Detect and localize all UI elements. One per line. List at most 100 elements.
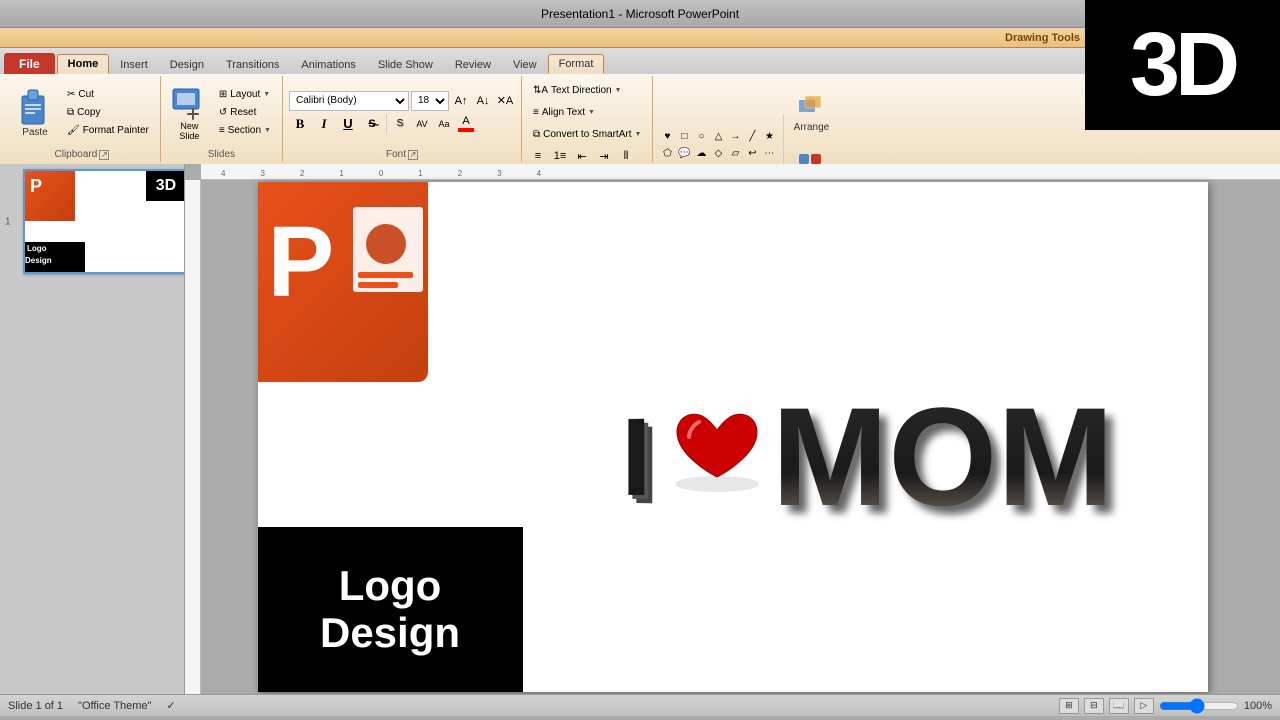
reset-button[interactable]: ↺ Reset (214, 104, 276, 121)
tab-insert[interactable]: Insert (109, 55, 159, 74)
callout-shape-btn[interactable]: 💬 (676, 146, 692, 162)
cut-button[interactable]: ✂ Cut (62, 86, 154, 103)
paragraph-group: ⇅A Text Direction ▼ ≡ Align Text ▼ ⧉ (522, 76, 653, 162)
char-spacing-button[interactable]: AV (412, 114, 432, 134)
slide-thumbnail[interactable]: P LogoDesign 3D (23, 169, 185, 274)
font-color-button[interactable]: A (456, 114, 476, 134)
paste-button[interactable]: Paste (10, 83, 60, 143)
status-bar: Slide 1 of 1 "Office Theme" ✓ ⊞ ⊟ 📖 ▷ 10… (0, 694, 1280, 716)
layout-icon: ⊞ (219, 89, 227, 100)
bullets-button[interactable]: ≡ (528, 146, 548, 166)
change-case-button[interactable]: Aa (434, 114, 454, 134)
font-expand-button[interactable]: ↗ (408, 150, 418, 160)
mom-text: MOM (772, 376, 1114, 538)
clipboard-group-label: Clipboard ↗ (55, 147, 110, 160)
align-text-button[interactable]: ≡ Align Text ▼ (528, 102, 600, 122)
layout-dropdown-arrow: ▼ (263, 91, 270, 98)
convert-smartart-button[interactable]: ⧉ Convert to SmartArt ▼ (528, 124, 646, 144)
para-row-2: ≡ Align Text ▼ (528, 102, 646, 122)
star-shape-btn[interactable]: ★ (761, 129, 777, 145)
ppt-logo-overlay: P (258, 182, 468, 422)
decrease-indent-button[interactable]: ⇤ (572, 146, 592, 166)
copy-icon: ⧉ (67, 107, 74, 118)
heart-svg (667, 397, 767, 497)
circle-shape-btn[interactable]: ○ (693, 129, 709, 145)
corner-3d-text: 3D (1130, 14, 1235, 117)
triangle-shape-btn[interactable]: △ (710, 129, 726, 145)
zoom-slider[interactable] (1159, 698, 1239, 714)
font-family-select[interactable]: Calibri (Body) (289, 91, 409, 111)
section-dropdown-arrow: ▼ (264, 127, 271, 134)
section-button[interactable]: ≡ Section ▼ (214, 122, 276, 139)
text-dir-dropdown-arrow: ▼ (615, 87, 622, 94)
thumb-3d-box: 3D (146, 171, 185, 201)
arrange-button[interactable]: Arrange (788, 80, 834, 144)
tab-slideshow[interactable]: Slide Show (367, 55, 444, 74)
font-controls: Calibri (Body) 18 A↑ A↓ ✕A B I U S̶ S (289, 91, 515, 135)
thumb-logo-preview: P (25, 171, 75, 221)
title-text: Presentation1 - Microsoft PowerPoint (541, 7, 739, 21)
para-row-1: ⇅A Text Direction ▼ (528, 80, 646, 100)
slideshow-button[interactable]: ▷ (1134, 698, 1154, 714)
logo-design-overlay: Logo Design (258, 527, 523, 692)
strikethrough-button[interactable]: S̶ (361, 113, 383, 135)
diamond-shape-btn[interactable]: ◇ (710, 146, 726, 162)
increase-indent-button[interactable]: ⇥ (594, 146, 614, 166)
heart-shape-btn[interactable]: ♥ (659, 129, 675, 145)
pentagon-shape-btn[interactable]: ⬠ (659, 146, 675, 162)
underline-button[interactable]: U (337, 113, 359, 135)
curved-arrow-shape-btn[interactable]: ↩ (744, 146, 760, 162)
text-direction-button[interactable]: ⇅A Text Direction ▼ (528, 80, 627, 100)
cloud-shape-btn[interactable]: ☁ (693, 146, 709, 162)
tab-review[interactable]: Review (444, 55, 502, 74)
paste-label: Paste (22, 127, 48, 138)
font-group-content: Calibri (Body) 18 A↑ A↓ ✕A B I U S̶ S (287, 78, 517, 147)
font-group: Calibri (Body) 18 A↑ A↓ ✕A B I U S̶ S (283, 76, 522, 162)
italic-button[interactable]: I (313, 113, 335, 135)
arrow-shape-btn[interactable]: → (727, 129, 743, 145)
font-size-select[interactable]: 18 (411, 91, 449, 111)
clipboard-expand-button[interactable]: ↗ (99, 150, 109, 160)
parallelogram-shape-btn[interactable]: ▱ (727, 146, 743, 162)
rect-shape-btn[interactable]: □ (676, 129, 692, 145)
smartart-icon: ⧉ (533, 129, 540, 140)
tab-animations[interactable]: Animations (290, 55, 366, 74)
slide-canvas-wrapper: P I (258, 182, 1208, 692)
shadow-button[interactable]: S (390, 114, 410, 134)
font-row-1: Calibri (Body) 18 A↑ A↓ ✕A (289, 91, 515, 111)
3d-text-container: I MOM (528, 282, 1208, 632)
slide-canvas-area: 4 3 2 1 0 1 2 3 4 (185, 164, 1280, 694)
copy-button[interactable]: ⧉ Copy (62, 104, 154, 121)
clipboard-group-content: Paste ✂ Cut ⧉ Copy 🖌 Format Painter (8, 78, 156, 147)
reading-view-button[interactable]: 📖 (1109, 698, 1129, 714)
normal-view-button[interactable]: ⊞ (1059, 698, 1079, 714)
slide-sorter-button[interactable]: ⊟ (1084, 698, 1104, 714)
para-row-bullets: ≡ 1≡ ⇤ ⇥ ⦀ (528, 146, 646, 166)
bold-button[interactable]: B (289, 113, 311, 135)
tab-file[interactable]: File (4, 53, 55, 74)
tab-format[interactable]: Format (548, 54, 605, 74)
slide-canvas[interactable]: P I (258, 182, 1208, 692)
font-color-container: A (456, 114, 476, 134)
tab-design[interactable]: Design (159, 55, 215, 74)
ppt-slide-icon (348, 202, 428, 302)
new-slide-button[interactable]: NewSlide (167, 85, 212, 141)
layout-button[interactable]: ⊞ Layout ▼ (214, 86, 276, 103)
decrease-font-button[interactable]: A↓ (473, 91, 493, 111)
tab-view[interactable]: View (502, 55, 548, 74)
drawing-tools-label: Drawing Tools (1005, 32, 1080, 44)
more-shapes-btn[interactable]: ⋯ (761, 146, 777, 162)
numbering-button[interactable]: 1≡ (550, 146, 570, 166)
font-color-indicator (458, 128, 474, 132)
corner-3d-overlay: 3D (1085, 0, 1280, 130)
section-icon: ≡ (219, 125, 225, 136)
tab-transitions[interactable]: Transitions (215, 55, 290, 74)
format-painter-button[interactable]: 🖌 Format Painter (62, 122, 154, 139)
clear-formatting-button[interactable]: ✕A (495, 91, 515, 111)
increase-font-button[interactable]: A↑ (451, 91, 471, 111)
columns-button[interactable]: ⦀ (616, 146, 636, 166)
font-row-2: B I U S̶ S AV Aa A (289, 113, 515, 135)
tab-home[interactable]: Home (57, 54, 110, 74)
line-shape-btn[interactable]: ╱ (744, 129, 760, 145)
reset-icon: ↺ (219, 107, 227, 118)
